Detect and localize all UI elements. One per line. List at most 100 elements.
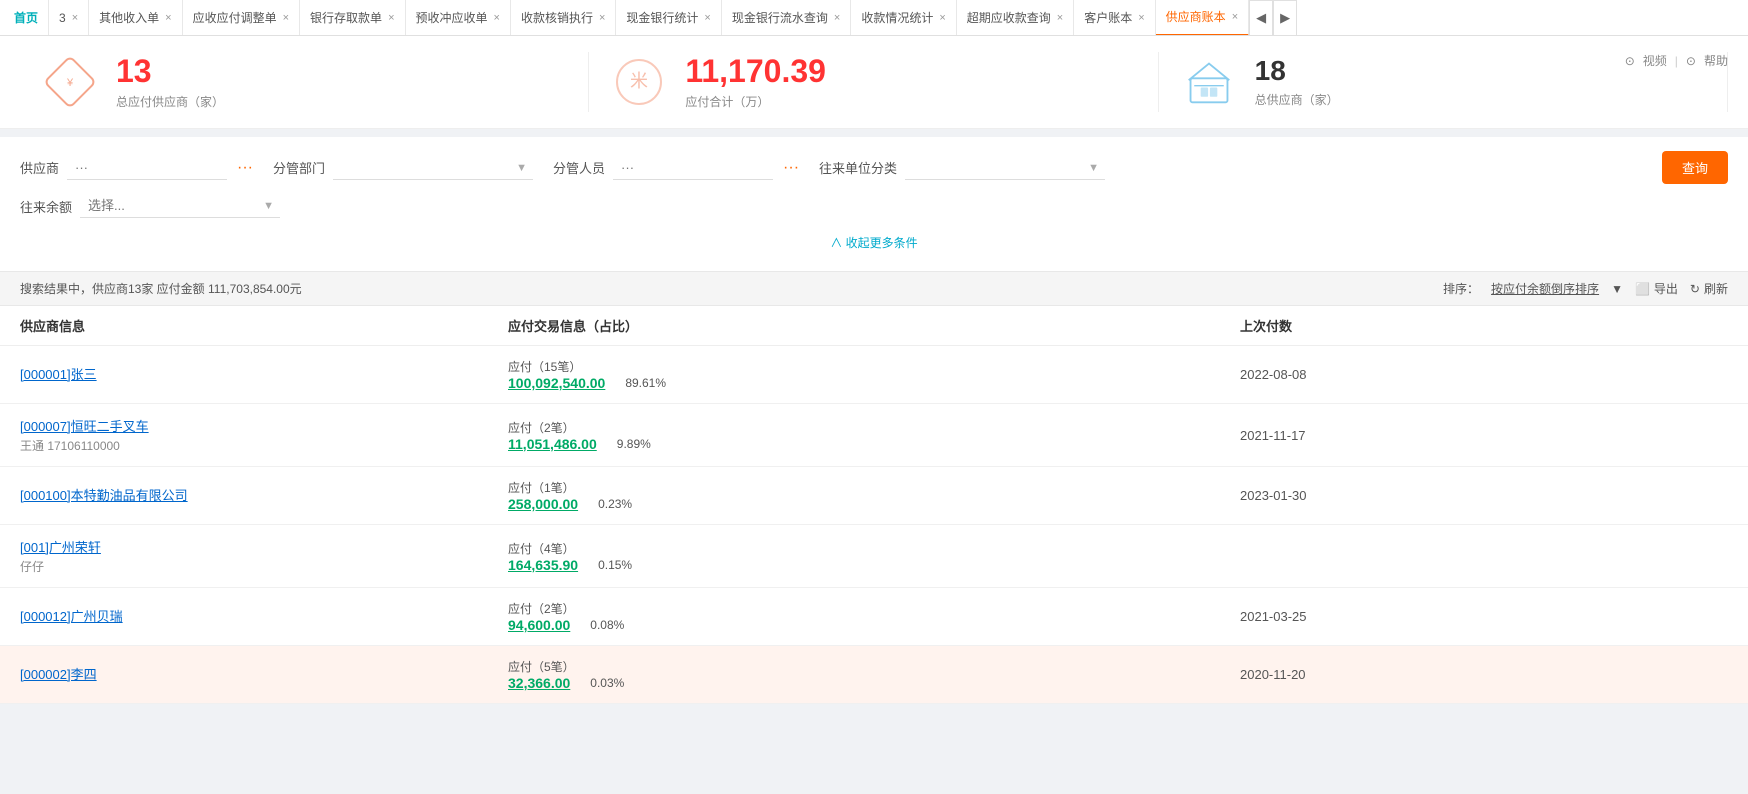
- top-right-links: ⊙ 视频 | ⊙ 帮助: [1625, 52, 1728, 69]
- last-pay-5: 2020-11-20: [1240, 667, 1728, 682]
- table-row: [000007]恒旺二手叉车 王通 17106110000 应付（2笔） 11,…: [0, 404, 1748, 467]
- nav-item-adjust[interactable]: 应收应付调整单 ×: [183, 0, 300, 36]
- nav-bar: 首页 3 × 其他收入单 × 应收应付调整单 × 银行存取款单 × 预收冲应收单…: [0, 0, 1748, 36]
- search-button[interactable]: 查询: [1662, 151, 1728, 184]
- right-actions: 排序： 按应付余额倒序排序 ▼ ⬜ 导出 ↻ 刷新: [1443, 280, 1728, 297]
- payable-amount-2[interactable]: 258,000.00: [508, 496, 578, 512]
- nav-item-other-income-label: 其他收入单: [99, 9, 159, 26]
- help-link[interactable]: 帮助: [1704, 52, 1728, 69]
- nav-item-cash-flow[interactable]: 现金银行流水查询 ×: [722, 0, 851, 36]
- sort-icon[interactable]: ▼: [1611, 282, 1623, 296]
- nav-item-3[interactable]: 3 ×: [49, 0, 89, 36]
- close-icon-prepay[interactable]: ×: [494, 12, 500, 24]
- collapse-bar[interactable]: ∧ 收起更多条件: [20, 228, 1728, 257]
- payable-label-0: 应付（15笔）: [508, 358, 1240, 375]
- close-icon-adjust[interactable]: ×: [283, 12, 289, 24]
- close-icon-collect-stats[interactable]: ×: [939, 12, 945, 24]
- stat-desc-total: 总供应商（家）: [1255, 91, 1339, 108]
- nav-item-collect-label: 收款核销执行: [521, 9, 593, 26]
- person-input[interactable]: [613, 156, 773, 180]
- video-icon: ⊙: [1625, 54, 1635, 68]
- payable-percent-0: 89.61%: [625, 376, 666, 390]
- close-icon-cash-flow[interactable]: ×: [834, 12, 840, 24]
- payable-amount-1[interactable]: 11,051,486.00: [508, 436, 597, 452]
- payable-percent-3: 0.15%: [598, 558, 632, 572]
- payable-cell-5: 应付（5笔） 32,366.00 0.03%: [508, 658, 1240, 691]
- refresh-button[interactable]: ↻ 刷新: [1690, 280, 1728, 297]
- supplier-link-0[interactable]: [000001]张三: [20, 364, 508, 383]
- supplier-link-2[interactable]: [000100]本特勤油品有限公司: [20, 485, 508, 504]
- close-icon-overdue[interactable]: ×: [1057, 12, 1063, 24]
- filter-row-2: 往来余额 ▼: [20, 194, 1728, 218]
- nav-item-supplier-book[interactable]: 供应商账本 ×: [1156, 0, 1249, 36]
- nav-item-collect-stats[interactable]: 收款情况统计 ×: [851, 0, 956, 36]
- payable-label-2: 应付（1笔）: [508, 479, 1240, 496]
- refresh-label: 刷新: [1704, 280, 1728, 297]
- supplier-label: 供应商: [20, 158, 59, 177]
- nav-item-collect[interactable]: 收款核销执行 ×: [511, 0, 616, 36]
- link-divider: |: [1675, 54, 1678, 68]
- nav-item-cash-stats[interactable]: 现金银行统计 ×: [616, 0, 721, 36]
- close-icon-supplier-book[interactable]: ×: [1232, 11, 1238, 23]
- filter-balance: 往来余额 ▼: [20, 194, 280, 218]
- last-pay-4: 2021-03-25: [1240, 609, 1728, 624]
- category-input[interactable]: [905, 156, 1105, 180]
- nav-next-arrow[interactable]: ▶: [1273, 0, 1297, 36]
- nav-item-customer-book[interactable]: 客户账本 ×: [1074, 0, 1155, 36]
- supplier-cell-1: [000007]恒旺二手叉车 王通 17106110000: [20, 416, 508, 454]
- sort-value[interactable]: 按应付余额倒序排序: [1491, 280, 1599, 297]
- nav-item-cash-stats-label: 现金银行统计: [626, 9, 698, 26]
- payable-amount-4[interactable]: 94,600.00: [508, 617, 570, 633]
- balance-input[interactable]: [80, 194, 280, 218]
- payable-cell-1: 应付（2笔） 11,051,486.00 9.89%: [508, 419, 1240, 452]
- nav-item-overdue-label: 超期应收款查询: [967, 9, 1051, 26]
- payable-percent-1: 9.89%: [617, 437, 651, 451]
- close-icon-customer-book[interactable]: ×: [1138, 12, 1144, 24]
- nav-item-prepay[interactable]: 预收冲应收单 ×: [406, 0, 511, 36]
- home-label: 首页: [14, 9, 38, 26]
- nav-item-overdue[interactable]: 超期应收款查询 ×: [957, 0, 1074, 36]
- last-pay-2: 2023-01-30: [1240, 488, 1728, 503]
- balance-dropdown-wrap: ▼: [80, 194, 280, 218]
- video-link[interactable]: 视频: [1643, 52, 1667, 69]
- close-icon-other-income[interactable]: ×: [165, 12, 171, 24]
- filter-category: 往来单位分类 ▼: [819, 156, 1105, 180]
- nav-item-bank-label: 银行存取款单: [310, 9, 382, 26]
- payable-amount-5[interactable]: 32,366.00: [508, 675, 570, 691]
- nav-item-customer-book-label: 客户账本: [1084, 9, 1132, 26]
- nav-prev-arrow[interactable]: ◀: [1249, 0, 1273, 36]
- supplier-link-5[interactable]: [000002]李四: [20, 664, 508, 683]
- export-button[interactable]: ⬜ 导出: [1635, 280, 1678, 297]
- supplier-input[interactable]: [67, 156, 227, 180]
- nav-item-other-income[interactable]: 其他收入单 ×: [89, 0, 182, 36]
- close-icon-bank[interactable]: ×: [388, 12, 394, 24]
- payable-cell-0: 应付（15笔） 100,092,540.00 89.61%: [508, 358, 1240, 391]
- table-container: 供应商信息 应付交易信息（占比） 上次付数 [000001]张三 应付（15笔）…: [0, 306, 1748, 704]
- close-icon-collect[interactable]: ×: [599, 12, 605, 24]
- supplier-link-4[interactable]: [000012]广州贝瑞: [20, 606, 508, 625]
- col-supplier-info: 供应商信息: [20, 316, 508, 335]
- supplier-link-3[interactable]: [001]广州荣轩: [20, 537, 508, 556]
- close-icon-cash-stats[interactable]: ×: [704, 12, 710, 24]
- close-icon-3[interactable]: ×: [72, 12, 78, 24]
- refresh-icon: ↻: [1690, 282, 1700, 296]
- stat-icon-store: [1179, 52, 1239, 112]
- export-label: 导出: [1654, 280, 1678, 297]
- filter-section: 供应商 ··· 分管部门 ▼ 分管人员 ··· 往来单位分类 ▼ 查询: [0, 137, 1748, 271]
- person-dots-icon[interactable]: ···: [783, 159, 799, 177]
- nav-item-bank[interactable]: 银行存取款单 ×: [300, 0, 405, 36]
- supplier-dots-icon[interactable]: ···: [237, 159, 253, 177]
- payable-label-1: 应付（2笔）: [508, 419, 1240, 436]
- table-row: [001]广州荣轩 仔仔 应付（4笔） 164,635.90 0.15%: [0, 525, 1748, 588]
- nav-item-supplier-book-label: 供应商账本: [1166, 8, 1226, 25]
- payable-cell-2: 应付（1笔） 258,000.00 0.23%: [508, 479, 1240, 512]
- result-summary: 搜索结果中，供应商13家 应付金额 111,703,854.00元: [20, 280, 302, 297]
- payable-label-3: 应付（4笔）: [508, 540, 1240, 557]
- person-label: 分管人员: [553, 158, 605, 177]
- department-input[interactable]: [333, 156, 533, 180]
- supplier-link-1[interactable]: [000007]恒旺二手叉车: [20, 416, 508, 435]
- payable-amount-3[interactable]: 164,635.90: [508, 557, 578, 573]
- payable-amount-0[interactable]: 100,092,540.00: [508, 375, 605, 391]
- svg-text:米: 米: [630, 71, 648, 91]
- nav-home[interactable]: 首页: [4, 0, 49, 36]
